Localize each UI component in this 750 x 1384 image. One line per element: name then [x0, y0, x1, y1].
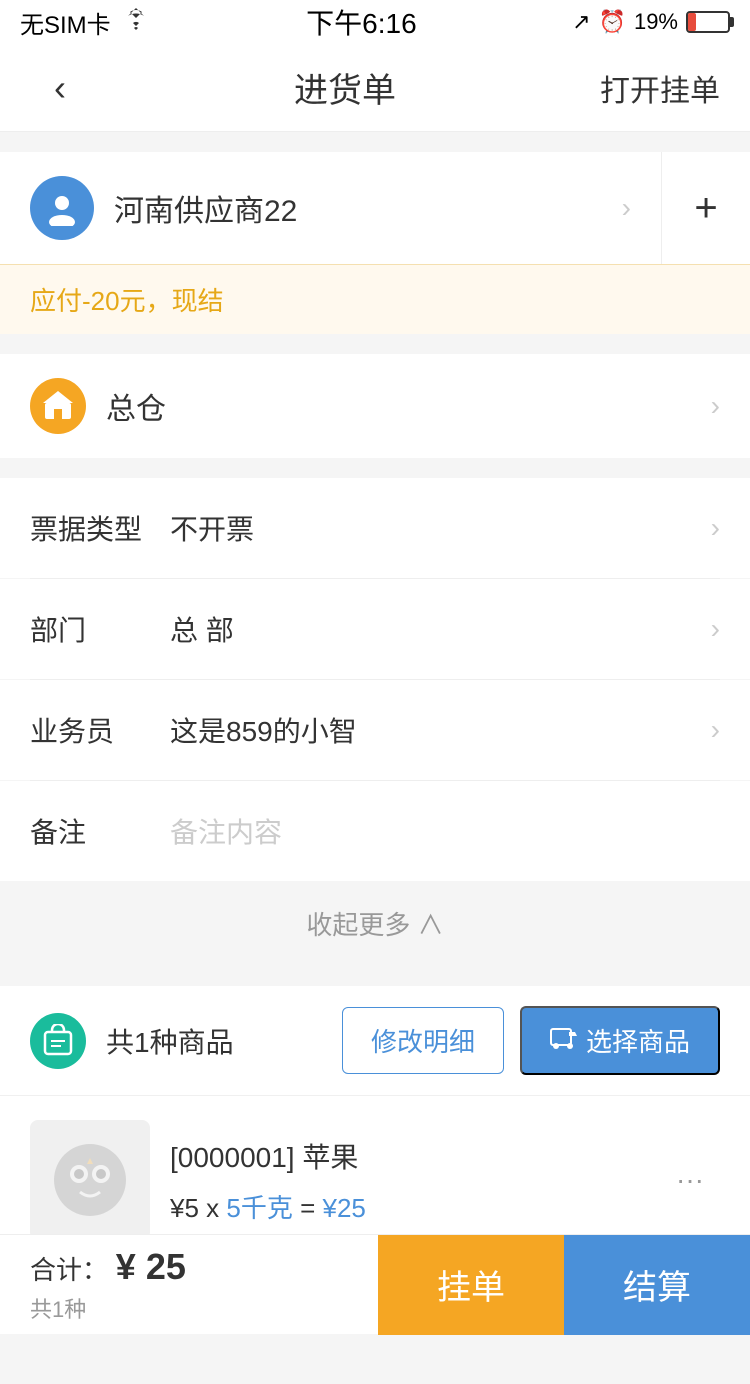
gap-3: [0, 458, 750, 478]
salesperson-label: 业务员: [30, 710, 170, 750]
invoice-type-value: 不开票: [170, 508, 711, 548]
back-icon: ‹: [54, 67, 66, 109]
products-header: 共1种商品 修改明细 选择商品: [0, 986, 750, 1095]
page-title: 进货单: [294, 63, 396, 112]
product-name: [0000001] 苹果: [170, 1136, 660, 1176]
gap-2: [0, 334, 750, 354]
product-total-price: ¥25: [323, 1193, 366, 1223]
status-time: 下午6:16: [306, 2, 417, 42]
status-left: 无SIM卡: [20, 5, 151, 40]
warehouse-icon: [30, 378, 86, 434]
product-equals: =: [300, 1193, 322, 1223]
product-thumbnail: [30, 1120, 150, 1240]
gap-4: [0, 966, 750, 986]
chevron-right-icon: ›: [622, 192, 631, 224]
notice-bar: 应付-20元，现结: [0, 264, 750, 334]
salesperson-chevron-icon: ›: [711, 714, 720, 746]
total-amount: ¥ 25: [116, 1246, 186, 1287]
product-info: [0000001] 苹果 ¥5 x 5千克 = ¥25: [170, 1136, 660, 1225]
product-more-button[interactable]: ···: [660, 1164, 720, 1196]
checkout-button[interactable]: 结算: [564, 1235, 750, 1335]
bottom-bar: 合计： ¥ 25 共1种 挂单 结算: [0, 1234, 750, 1334]
supplier-avatar: [30, 176, 94, 240]
product-unit-price: ¥5 x: [170, 1193, 226, 1223]
warehouse-selector[interactable]: 总仓 ›: [0, 354, 750, 458]
total-label: 合计：: [30, 1255, 108, 1285]
supplier-section: 河南供应商22 › +: [0, 152, 750, 264]
product-title: 苹果: [302, 1142, 358, 1173]
select-product-label: 选择商品: [586, 1022, 690, 1059]
products-icon: [30, 1013, 86, 1069]
notice-text: 应付-20元，现结: [30, 286, 224, 316]
select-product-icon: [550, 1025, 578, 1056]
total-section: 合计： ¥ 25 共1种: [0, 1246, 378, 1324]
invoice-chevron-icon: ›: [711, 512, 720, 544]
products-count: 共1种商品: [106, 1021, 342, 1061]
signal-text: 无SIM卡: [20, 5, 111, 40]
nav-bar: ‹ 进货单 打开挂单: [0, 44, 750, 132]
supplier-selector[interactable]: 河南供应商22 ›: [0, 152, 662, 264]
total-row: 合计： ¥ 25: [30, 1246, 348, 1288]
supplier-name: 河南供应商22: [114, 186, 622, 230]
remark-label: 备注: [30, 811, 170, 851]
department-chevron-icon: ›: [711, 613, 720, 645]
battery-icon: [686, 11, 730, 33]
select-product-button[interactable]: 选择商品: [520, 1006, 720, 1075]
back-button[interactable]: ‹: [30, 58, 90, 118]
product-price: ¥5 x 5千克 = ¥25: [170, 1188, 660, 1225]
warehouse-name: 总仓: [106, 384, 711, 428]
location-icon: ↗: [572, 9, 590, 35]
edit-detail-button[interactable]: 修改明细: [342, 1007, 504, 1074]
gap-1: [0, 132, 750, 152]
remark-row[interactable]: 备注 备注内容: [0, 781, 750, 881]
salesperson-value: 这是859的小智: [170, 710, 711, 750]
status-bar: 无SIM卡 下午6:16 ↗ ⏰ 19%: [0, 0, 750, 44]
collapse-button[interactable]: 收起更多 ∧: [0, 881, 750, 966]
add-supplier-button[interactable]: +: [662, 152, 750, 264]
hang-button[interactable]: 挂单: [378, 1235, 564, 1335]
wifi-icon: [121, 8, 151, 37]
invoice-type-label: 票据类型: [30, 508, 170, 548]
salesperson-row[interactable]: 业务员 这是859的小智 ›: [0, 680, 750, 780]
invoice-type-row[interactable]: 票据类型 不开票 ›: [0, 478, 750, 578]
product-quantity: 5千克: [226, 1193, 292, 1223]
department-value: 总 部: [170, 609, 711, 649]
open-hang-button[interactable]: 打开挂单: [600, 66, 720, 110]
alarm-icon: ⏰: [599, 9, 626, 35]
remark-placeholder: 备注内容: [170, 811, 720, 851]
warehouse-chevron-icon: ›: [711, 390, 720, 422]
status-right: ↗ ⏰ 19%: [572, 9, 730, 35]
total-count: 共1种: [30, 1292, 348, 1324]
battery-percent: 19%: [634, 9, 678, 35]
product-code: [0000001]: [170, 1142, 302, 1173]
department-label: 部门: [30, 609, 170, 649]
department-row[interactable]: 部门 总 部 ›: [0, 579, 750, 679]
form-section: 票据类型 不开票 › 部门 总 部 › 业务员 这是859的小智 › 备注 备注…: [0, 478, 750, 881]
